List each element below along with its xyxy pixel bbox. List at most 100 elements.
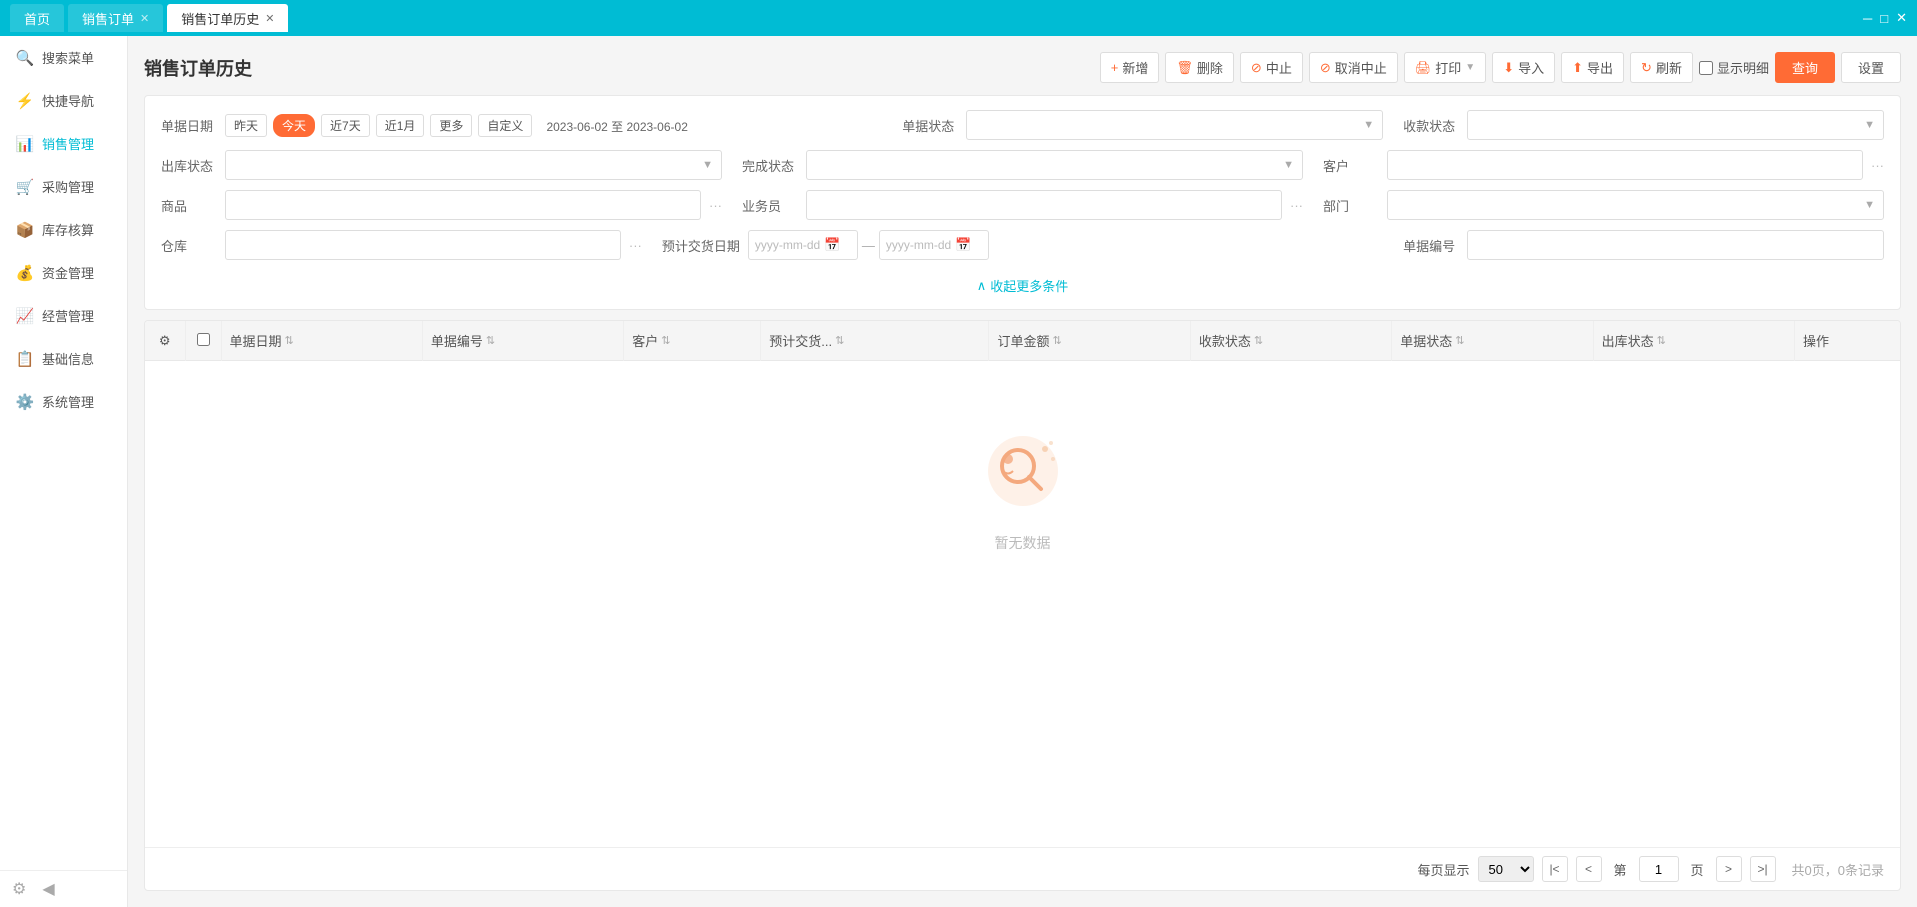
th-amount[interactable]: 订单金额 ⇅ (989, 321, 1190, 361)
sidebar-item-sales[interactable]: 📊 销售管理 (0, 122, 127, 165)
customer-more-icon[interactable]: ··· (1871, 158, 1884, 173)
dept-select[interactable]: ▼ (1387, 190, 1884, 220)
filter-dept: 部门 ▼ (1323, 190, 1884, 220)
complete-select[interactable]: ▼ (806, 150, 1303, 180)
page-first-btn[interactable]: |< (1542, 856, 1568, 882)
date-btn-7days[interactable]: 近7天 (321, 114, 370, 137)
page-title: 销售订单历史 (144, 55, 252, 81)
sidebar-item-operations-label: 经营管理 (42, 306, 94, 325)
payment-select[interactable]: ▼ (1467, 110, 1884, 140)
sidebar-item-search[interactable]: 🔍 搜索菜单 (0, 36, 127, 79)
th-date[interactable]: 单据日期 ⇅ (221, 321, 422, 361)
date-btn-today[interactable]: 今天 (273, 114, 315, 137)
btn-export[interactable]: ⬆ 导出 (1561, 52, 1624, 83)
th-settings[interactable]: ⚙ (145, 321, 185, 361)
page-label: 页 (1691, 860, 1704, 879)
date-btn-1month[interactable]: 近1月 (376, 114, 425, 137)
th-order-status[interactable]: 单据状态 ⇅ (1392, 321, 1593, 361)
tab-home[interactable]: 首页 (10, 4, 64, 32)
sidebar-item-finance[interactable]: 💰 资金管理 (0, 251, 127, 294)
btn-print[interactable]: 🖨 打印 ▼ (1404, 52, 1486, 83)
salesman-more-icon[interactable]: ··· (1290, 198, 1303, 213)
btn-cancel-stop[interactable]: ⊘ 取消中止 (1309, 52, 1398, 83)
filter-panel: 单据日期 昨天 今天 近7天 近1月 更多 自定义 2023-06-02 至 2… (144, 95, 1901, 310)
salesman-input[interactable] (806, 190, 1282, 220)
date-filter-controls: 昨天 今天 近7天 近1月 更多 自定义 (225, 114, 532, 137)
page-last-btn[interactable]: >| (1750, 856, 1776, 882)
delivery-date-start[interactable]: yyyy-mm-dd 📅 (748, 230, 858, 260)
delivery-date-end[interactable]: yyyy-mm-dd 📅 (879, 230, 989, 260)
export-icon: ⬆ (1572, 60, 1583, 76)
sidebar-item-sales-label: 销售管理 (42, 134, 94, 153)
btn-settings[interactable]: 设置 (1841, 52, 1901, 83)
goods-more-icon[interactable]: ··· (709, 198, 722, 213)
th-delivery-status[interactable]: 出库状态 ⇅ (1593, 321, 1794, 361)
btn-refresh-label: 刷新 (1656, 58, 1682, 77)
collapse-label: 收起更多条件 (990, 276, 1068, 295)
th-delivery[interactable]: 预计交货... ⇅ (761, 321, 989, 361)
th-order-status-label: 单据状态 (1400, 331, 1452, 350)
btn-add[interactable]: + 新增 (1100, 52, 1160, 83)
display-cols-toggle[interactable]: 显示明细 (1699, 58, 1769, 77)
btn-stop[interactable]: ⊘ 中止 (1240, 52, 1303, 83)
nav-close[interactable]: ✕ (1896, 10, 1907, 26)
status-select[interactable]: ▼ (966, 110, 1383, 140)
page-size-select[interactable]: 50 20 100 (1478, 856, 1534, 882)
page-prev-btn[interactable]: < (1576, 856, 1602, 882)
delivery-select[interactable]: ▼ (225, 150, 722, 180)
th-payment-status-label: 收款状态 (1199, 331, 1251, 350)
sidebar-item-inventory[interactable]: 📦 库存核算 (0, 208, 127, 251)
filter-goods: 商品 ··· (161, 190, 722, 220)
tab-sales-order-close[interactable]: ✕ (140, 12, 149, 25)
sidebar-item-purchase-label: 采购管理 (42, 177, 94, 196)
th-customer[interactable]: 客户 ⇅ (624, 321, 761, 361)
th-payment-status[interactable]: 收款状态 ⇅ (1190, 321, 1391, 361)
nav-minimize[interactable]: ─ (1863, 11, 1872, 26)
print-dropdown-icon: ▼ (1465, 62, 1475, 73)
select-all-checkbox[interactable] (197, 333, 210, 346)
goods-input[interactable] (225, 190, 701, 220)
warehouse-more-icon[interactable]: ··· (629, 238, 642, 253)
th-operation-label: 操作 (1803, 334, 1829, 349)
page-number-input[interactable] (1639, 856, 1679, 882)
date-btn-custom[interactable]: 自定义 (478, 114, 532, 137)
settings-gear-icon[interactable]: ⚙ (159, 333, 171, 348)
sidebar-collapse-btn[interactable]: ◀ (42, 879, 54, 899)
sidebar-item-basic-info[interactable]: 📋 基础信息 (0, 337, 127, 380)
date-btn-more[interactable]: 更多 (430, 114, 472, 137)
page-next-btn[interactable]: > (1716, 856, 1742, 882)
btn-import[interactable]: ⬇ 导入 (1492, 52, 1555, 83)
sidebar-item-quicknav[interactable]: ⚡ 快捷导航 (0, 79, 127, 122)
th-checkbox[interactable] (185, 321, 221, 361)
delete-icon: 🗑 (1176, 60, 1193, 76)
quicknav-icon: ⚡ (16, 92, 34, 110)
nav-maximize[interactable]: □ (1880, 11, 1888, 26)
system-icon: ⚙️ (16, 393, 34, 411)
sidebar-item-system[interactable]: ⚙️ 系统管理 (0, 380, 127, 423)
btn-refresh[interactable]: ↻ 刷新 (1630, 52, 1693, 83)
sidebar-settings-btn[interactable]: ⚙ (12, 879, 26, 899)
btn-delete[interactable]: 🗑 删除 (1165, 52, 1234, 83)
order-no-label: 单据编号 (1403, 236, 1459, 255)
sidebar-bottom: ⚙ ◀ (0, 870, 127, 907)
filter-delivery-date: 预计交货日期 yyyy-mm-dd 📅 — yyyy-mm-dd 📅 (662, 230, 1383, 260)
order-no-input[interactable] (1467, 230, 1884, 260)
display-cols-checkbox[interactable] (1699, 61, 1713, 75)
cal-start-icon: 📅 (824, 237, 840, 253)
filter-row-2: 出库状态 ▼ 完成状态 ▼ 客户 ··· (161, 150, 1884, 180)
sidebar-item-operations[interactable]: 📈 经营管理 (0, 294, 127, 337)
customer-input[interactable] (1387, 150, 1863, 180)
btn-query[interactable]: 查询 (1775, 52, 1835, 83)
th-order-no[interactable]: 单据编号 ⇅ (422, 321, 623, 361)
warehouse-input[interactable] (225, 230, 621, 260)
filter-customer: 客户 ··· (1323, 150, 1884, 180)
inventory-icon: 📦 (16, 221, 34, 239)
pagination: 每页显示 50 20 100 |< < 第 页 > >| 共0页，0条记录 (145, 847, 1900, 890)
filter-collapse-btn[interactable]: ∧ 收起更多条件 (161, 270, 1884, 295)
sidebar-item-purchase[interactable]: 🛒 采购管理 (0, 165, 127, 208)
date-btn-yesterday[interactable]: 昨天 (225, 114, 267, 137)
tab-sales-order[interactable]: 销售订单 ✕ (68, 4, 163, 32)
tab-sales-history[interactable]: 销售订单历史 ✕ (167, 4, 288, 32)
empty-state: 暂无数据 (145, 361, 1900, 613)
tab-sales-history-close[interactable]: ✕ (265, 12, 274, 25)
